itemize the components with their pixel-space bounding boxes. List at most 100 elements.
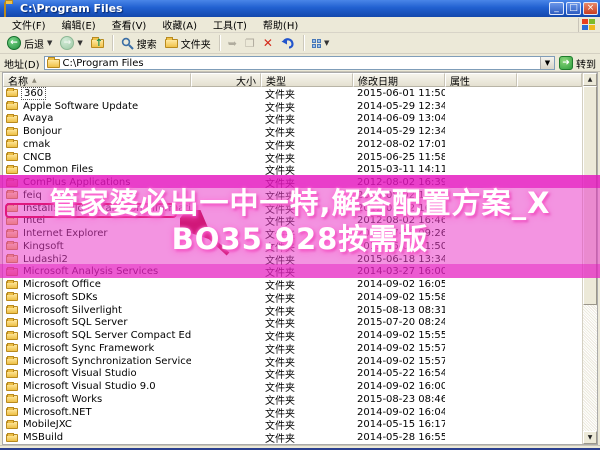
vertical-scrollbar[interactable]: ▲ ▼	[582, 73, 597, 444]
folder-icon	[6, 177, 18, 187]
back-label: 后退	[24, 39, 44, 51]
folder-icon	[6, 279, 18, 289]
file-date: 2014-09-02 15:57	[357, 342, 445, 354]
menu-edit[interactable]: 编辑(E)	[54, 16, 104, 33]
column-header-attr[interactable]: 属性	[445, 73, 517, 87]
folder-icon	[6, 203, 18, 213]
file-date: 2015-08-23 08:46	[357, 393, 445, 405]
file-name: Internet Explorer	[23, 228, 108, 240]
undo-icon	[281, 38, 294, 49]
file-date: 2012-08-02 16:40	[357, 202, 445, 214]
file-name: CNCB	[23, 151, 52, 163]
forward-caret-icon: ▼	[77, 39, 83, 47]
column-header-size[interactable]: 大小	[191, 73, 261, 87]
menu-help[interactable]: 帮助(H)	[255, 16, 306, 33]
search-label: 搜索	[136, 39, 157, 51]
forward-button[interactable]: → ▼	[57, 35, 85, 51]
file-date: 2014-06-09 13:04	[357, 113, 445, 125]
folder-icon	[6, 241, 18, 251]
undo-button[interactable]	[278, 36, 298, 50]
file-name: Microsoft Visual Studio	[23, 368, 137, 380]
go-button[interactable]: ➜ 转到	[559, 56, 596, 71]
column-header-date[interactable]: 修改日期	[353, 73, 445, 87]
folder-icon	[6, 317, 18, 327]
file-date: 2015-06-25 11:58	[357, 151, 445, 163]
file-name: ComPlus Applications	[23, 177, 131, 189]
delete-icon: ✕	[262, 36, 273, 50]
file-date: 2015-06-18 13:34	[357, 253, 445, 265]
file-date: 2015-06-01 11:50	[357, 87, 445, 99]
file-date: 2014-08-02 15:51	[357, 189, 445, 201]
close-button[interactable]: ×	[583, 2, 598, 15]
file-name: Common Files	[23, 164, 94, 176]
file-date: 2014-09-02 15:55	[357, 330, 445, 342]
file-name: Microsoft Works	[23, 393, 103, 405]
minimize-button[interactable]: _	[549, 2, 564, 15]
file-name: Apple Software Update	[23, 100, 139, 112]
file-list: 360 文件夹 2015-06-01 11:50 Apple Software …	[3, 87, 582, 444]
search-button[interactable]: 搜索	[118, 35, 160, 52]
file-name: 360	[21, 87, 47, 100]
file-date: 2014-09-02 15:58	[357, 291, 445, 303]
folder-icon	[6, 190, 18, 200]
file-list-panel: 名称 ▲ 大小 类型 修改日期 属性 360 文件夹 2015-06-01 11:…	[2, 72, 598, 445]
folders-icon	[164, 36, 178, 48]
file-row[interactable]: MSBuild 文件夹 2014-05-28 16:55	[3, 431, 582, 444]
menu-favorites[interactable]: 收藏(A)	[154, 16, 205, 33]
maximize-button[interactable]: □	[566, 2, 581, 15]
column-header-type[interactable]: 类型	[261, 73, 353, 87]
file-name: Avaya	[23, 113, 54, 125]
menu-tools[interactable]: 工具(T)	[205, 16, 255, 33]
address-input[interactable]: C:\Program Files ▼	[43, 56, 555, 70]
scrollbar-thumb[interactable]	[583, 86, 597, 305]
scroll-up-button[interactable]: ▲	[583, 73, 597, 86]
folder-icon	[6, 394, 18, 404]
file-name: Bonjour	[23, 126, 62, 138]
folder-icon	[6, 228, 18, 238]
file-name: Microsoft Analysis Services	[23, 266, 159, 278]
file-date: 2012-08-02 16:39	[357, 177, 445, 189]
copy-to-button[interactable]: ❐	[242, 36, 258, 51]
menu-view[interactable]: 查看(V)	[104, 16, 155, 33]
file-date: 2015-07-20 08:24	[357, 317, 445, 329]
folder-icon	[6, 126, 18, 136]
folder-icon	[6, 356, 18, 366]
views-button[interactable]: ▼	[309, 38, 332, 49]
file-date: 2014-09-02 16:04	[357, 406, 445, 418]
sort-asc-icon: ▲	[32, 76, 37, 84]
scroll-down-button[interactable]: ▼	[583, 431, 597, 444]
folder-icon	[6, 152, 18, 162]
title-bar: C:\Program Files _ □ ×	[0, 0, 600, 23]
column-header-name[interactable]: 名称 ▲	[3, 73, 191, 87]
file-date: 2012-08-02 17:01	[357, 138, 445, 150]
go-label: 转到	[576, 59, 596, 71]
column-header-filler	[517, 73, 582, 87]
folder-icon	[6, 266, 18, 276]
folder-icon	[6, 419, 18, 429]
file-name: Microsoft Silverlight	[23, 304, 122, 316]
file-name: Microsoft Visual Studio 9.0	[23, 381, 156, 393]
file-name: Intel	[23, 215, 46, 227]
folder-icon	[6, 292, 18, 302]
file-name: feiq	[23, 189, 42, 201]
back-icon: ←	[7, 36, 21, 50]
delete-button[interactable]: ✕	[260, 35, 276, 51]
address-bar: 地址(D) C:\Program Files ▼ ➜ 转到	[0, 55, 600, 72]
file-date: 2014-05-28 16:55	[357, 432, 445, 444]
file-name: cmak	[23, 138, 51, 150]
file-name: Microsoft Synchronization Services	[23, 355, 191, 367]
file-name: MobileJXC	[23, 419, 72, 431]
menu-file[interactable]: 文件(F)	[4, 16, 54, 33]
folder-icon	[6, 139, 18, 149]
folders-button[interactable]: 文件夹	[162, 35, 214, 52]
file-name: Microsoft.NET	[23, 406, 92, 418]
folder-icon	[6, 215, 18, 225]
folders-label: 文件夹	[180, 39, 211, 51]
views-caret-icon: ▼	[323, 39, 330, 47]
up-button[interactable]: ↑	[88, 36, 107, 49]
folder-icon	[6, 88, 18, 98]
move-to-button[interactable]: ➥	[225, 36, 240, 51]
file-date: 2015-06-01 11:50	[357, 240, 445, 252]
back-button[interactable]: ← 后退 ▼	[4, 35, 55, 52]
address-dropdown-button[interactable]: ▼	[540, 57, 554, 69]
